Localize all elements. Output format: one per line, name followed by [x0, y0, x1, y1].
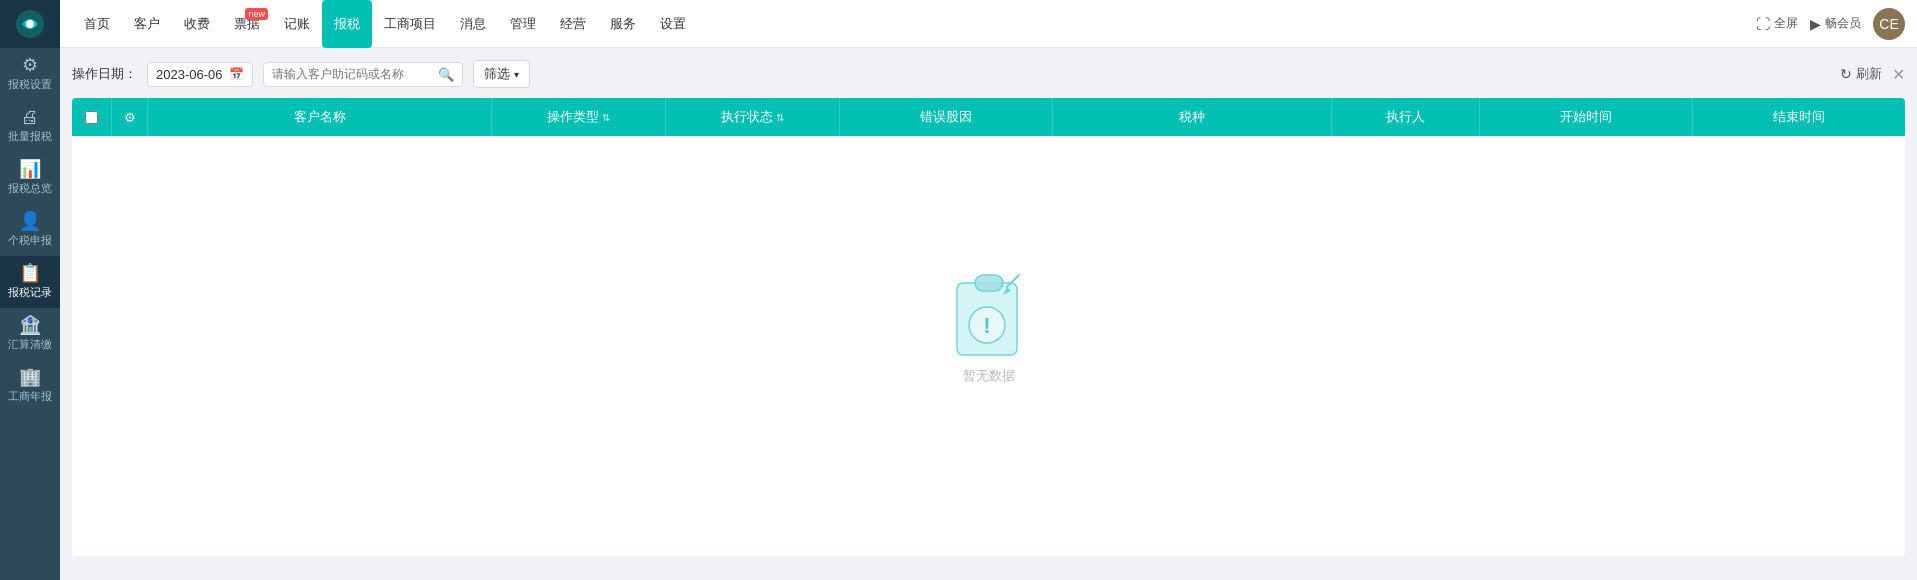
record-icon: 📋	[19, 264, 41, 282]
calendar-icon: 📅	[229, 67, 244, 81]
fullscreen-icon: ⛶	[1756, 16, 1770, 32]
th-type[interactable]: 操作类型 ⇅	[492, 98, 666, 136]
nav-piao[interactable]: 票据 new	[222, 0, 272, 48]
toolbar: 操作日期： 2023-06-06 📅 🔍 筛选 ▾ ↻ 刷新 ✕	[72, 60, 1905, 88]
nav-home[interactable]: 首页	[72, 0, 122, 48]
sidebar-logo[interactable]	[0, 0, 60, 48]
table-container: ⚙ 客户名称 操作类型 ⇅ 执行状态 ⇅ 错误股因 税种	[72, 98, 1905, 556]
empty-state: ! 暂无数据	[72, 136, 1905, 514]
sidebar-item-baoshui-shezhi[interactable]: ⚙ 报税设置	[0, 48, 60, 100]
sidebar-item-label: 报税设置	[8, 77, 52, 92]
sidebar-item-baoshui-jilu[interactable]: 📋 报税记录	[0, 256, 60, 308]
sidebar-item-geshuisenbao[interactable]: 👤 个税申报	[0, 204, 60, 256]
th-start-time: 开始时间	[1480, 98, 1693, 136]
sidebar-item-piliang-baoshui[interactable]: 🖨 批量报税	[0, 100, 60, 152]
fullscreen-button[interactable]: ⛶ 全屏	[1756, 15, 1798, 32]
column-settings-icon: ⚙	[124, 110, 136, 125]
refresh-icon: ↻	[1840, 66, 1852, 82]
th-checkbox[interactable]	[72, 98, 112, 136]
date-value: 2023-06-06	[156, 67, 223, 82]
settings-icon: ⚙	[22, 56, 38, 74]
personal-tax-icon: 👤	[19, 212, 41, 230]
nav-customer[interactable]: 客户	[122, 0, 172, 48]
member-button[interactable]: ▶ 畅会员	[1810, 15, 1861, 32]
sidebar-item-baoshui-zongllan[interactable]: 📊 报税总览	[0, 152, 60, 204]
nav-xiaoxi[interactable]: 消息	[448, 0, 498, 48]
search-icon: 🔍	[438, 67, 454, 82]
nav-gongshang[interactable]: 工商项目	[372, 0, 448, 48]
sidebar-item-label: 报税记录	[8, 285, 52, 300]
empty-text: 暂无数据	[963, 367, 1015, 385]
table-header: ⚙ 客户名称 操作类型 ⇅ 执行状态 ⇅ 错误股因 税种	[72, 98, 1905, 136]
table-body: ! 暂无数据	[72, 136, 1905, 554]
svg-point-1	[26, 20, 34, 28]
main-content: 首页 客户 收费 票据 new 记账 报税 工商项目 消息 管理 经营	[60, 0, 1917, 580]
sidebar-item-label: 批量报税	[8, 129, 52, 144]
new-badge: new	[245, 8, 268, 21]
nav-baoshui[interactable]: 报税	[322, 0, 372, 48]
batch-tax-icon: 🖨	[21, 108, 39, 126]
topbar: 首页 客户 收费 票据 new 记账 报税 工商项目 消息 管理 经营	[60, 0, 1917, 48]
date-label: 操作日期：	[72, 65, 137, 83]
toolbar-right: ↻ 刷新 ✕	[1840, 65, 1905, 84]
sidebar-item-gongshang-nianbao[interactable]: 🏢 工商年报	[0, 360, 60, 412]
overview-icon: 📊	[19, 160, 41, 178]
refresh-button[interactable]: ↻ 刷新	[1840, 65, 1882, 83]
nav-fuwu[interactable]: 服务	[598, 0, 648, 48]
close-button[interactable]: ✕	[1892, 65, 1905, 84]
nav-jizhang[interactable]: 记账	[272, 0, 322, 48]
annual-report-icon: 🏢	[19, 368, 41, 386]
sidebar-item-huisuan-jiaona[interactable]: 🏦 汇算清缴	[0, 308, 60, 360]
settlement-icon: 🏦	[19, 316, 41, 334]
th-name: 客户名称	[148, 98, 492, 136]
topbar-right: ⛶ 全屏 ▶ 畅会员 CE	[1756, 8, 1905, 40]
th-settings[interactable]: ⚙	[112, 98, 148, 136]
refresh-label: 刷新	[1856, 65, 1882, 83]
nav-jingying[interactable]: 经营	[548, 0, 598, 48]
sidebar-item-label: 汇算清缴	[8, 337, 52, 352]
avatar[interactable]: CE	[1873, 8, 1905, 40]
svg-rect-4	[975, 275, 1003, 291]
search-box: 🔍	[263, 62, 463, 87]
svg-text:!: !	[983, 313, 990, 338]
sort-icon: ⇅	[776, 112, 784, 123]
search-input[interactable]	[272, 67, 434, 81]
sort-icon: ⇅	[602, 112, 610, 123]
filter-label: 筛选	[484, 65, 510, 83]
sidebar: ⚙ 报税设置 🖨 批量报税 📊 报税总览 👤 个税申报 📋 报税记录 🏦 汇算清…	[0, 0, 60, 580]
sidebar-item-label: 报税总览	[8, 181, 52, 196]
select-all-checkbox[interactable]	[85, 111, 98, 124]
nav-guanli[interactable]: 管理	[498, 0, 548, 48]
member-icon: ▶	[1810, 16, 1821, 32]
th-error: 错误股因	[840, 98, 1053, 136]
th-executor: 执行人	[1332, 98, 1480, 136]
empty-illustration: !	[949, 265, 1029, 355]
nav-shezhi[interactable]: 设置	[648, 0, 698, 48]
sidebar-item-label: 个税申报	[8, 233, 52, 248]
th-status[interactable]: 执行状态 ⇅	[666, 98, 840, 136]
th-end-time: 结束时间	[1693, 98, 1905, 136]
page-content: 操作日期： 2023-06-06 📅 🔍 筛选 ▾ ↻ 刷新 ✕	[60, 48, 1917, 580]
nav-shoufei[interactable]: 收费	[172, 0, 222, 48]
th-tax: 税种	[1053, 98, 1332, 136]
filter-button[interactable]: 筛选 ▾	[473, 60, 530, 88]
date-picker[interactable]: 2023-06-06 📅	[147, 62, 253, 87]
sidebar-item-label: 工商年报	[8, 389, 52, 404]
chevron-down-icon: ▾	[514, 69, 519, 80]
